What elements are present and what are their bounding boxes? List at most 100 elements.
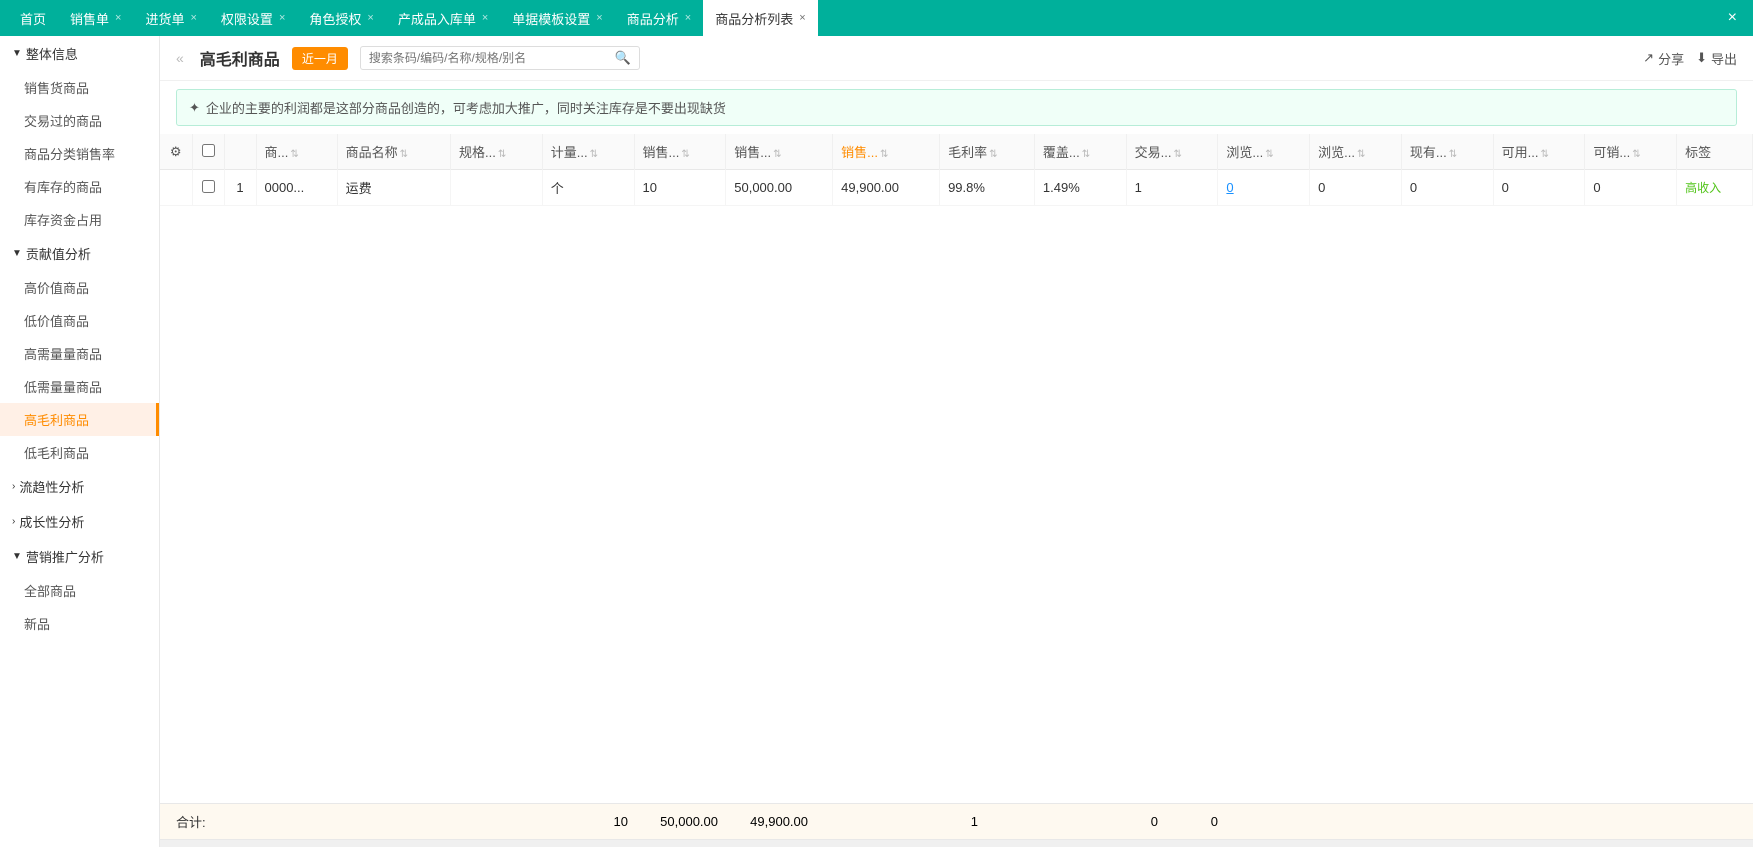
nav-close-permission-settings[interactable]: × bbox=[279, 12, 285, 24]
window-close-btn[interactable]: × bbox=[1720, 9, 1745, 27]
col-sales-qty[interactable]: 销售...⇅ bbox=[634, 134, 726, 170]
col-sellable[interactable]: 可销...⇅ bbox=[1585, 134, 1677, 170]
nav-label-permission-settings: 权限设置 bbox=[221, 9, 273, 28]
table-body: 1 0000... 运费 个 10 50,000.00 49,900.00 99… bbox=[160, 170, 1753, 206]
sidebar-item-high-margin[interactable]: 高毛利商品 bbox=[0, 403, 159, 436]
top-nav: 首页 销售单 × 进货单 × 权限设置 × 角色授权 × 产成品入库单 × 单据… bbox=[0, 0, 1753, 36]
sort-icon-spec: ⇅ bbox=[498, 149, 506, 160]
nav-label-product-entry: 产成品入库单 bbox=[398, 9, 476, 28]
nav-item-home[interactable]: 首页 bbox=[8, 0, 58, 36]
row-sales-qty-0: 10 bbox=[634, 170, 726, 206]
search-icon[interactable]: 🔍 bbox=[615, 50, 631, 66]
nav-close-role-auth[interactable]: × bbox=[367, 12, 373, 24]
sidebar-item-high-value[interactable]: 高价值商品 bbox=[0, 271, 159, 304]
nav-item-role-auth[interactable]: 角色授权 × bbox=[297, 0, 385, 36]
col-sales-amount[interactable]: 销售...⇅ bbox=[726, 134, 833, 170]
nav-item-product-analysis-list[interactable]: 商品分析列表 × bbox=[703, 0, 817, 36]
col-tag[interactable]: 标签 bbox=[1677, 134, 1753, 170]
sidebar-group-overall-info[interactable]: ▼ 整体信息 bbox=[0, 36, 159, 71]
sidebar-item-all-goods[interactable]: 全部商品 bbox=[0, 574, 159, 607]
col-browse1[interactable]: 浏览...⇅ bbox=[1218, 134, 1310, 170]
sidebar-group-marketing-analysis[interactable]: ▼ 营销推广分析 bbox=[0, 539, 159, 574]
arrow-icon-trend: › bbox=[12, 481, 15, 492]
col-product-code[interactable]: 商...⇅ bbox=[256, 134, 337, 170]
col-spec[interactable]: 规格...⇅ bbox=[451, 134, 543, 170]
nav-label-role-auth: 角色授权 bbox=[309, 9, 361, 28]
col-browse2[interactable]: 浏览...⇅ bbox=[1310, 134, 1402, 170]
sidebar-collapse-btn[interactable]: « bbox=[176, 50, 184, 66]
nav-close-sales-order[interactable]: × bbox=[115, 12, 121, 24]
info-banner: ✦ 企业的主要的利润都是这部分商品创造的，可考虑加大推广，同时关注库存是不要出现… bbox=[176, 89, 1737, 126]
search-input[interactable] bbox=[369, 51, 609, 65]
sidebar-item-high-demand[interactable]: 高需量量商品 bbox=[0, 337, 159, 370]
footer-sales-qty: 10 bbox=[586, 814, 636, 829]
nav-label-product-analysis-list: 商品分析列表 bbox=[715, 9, 793, 28]
col-sales-cost[interactable]: 销售...⇅ bbox=[833, 134, 940, 170]
sidebar-group-trend-analysis[interactable]: › 流趋性分析 bbox=[0, 469, 159, 504]
arrow-icon-overall: ▼ bbox=[12, 48, 22, 59]
sidebar-item-inventory-goods[interactable]: 有库存的商品 bbox=[0, 170, 159, 203]
nav-close-product-entry[interactable]: × bbox=[482, 12, 488, 24]
col-current-stock[interactable]: 现有...⇅ bbox=[1401, 134, 1493, 170]
nav-close-order-template[interactable]: × bbox=[596, 12, 602, 24]
sidebar-item-traded-goods[interactable]: 交易过的商品 bbox=[0, 104, 159, 137]
bottom-scrollbar[interactable] bbox=[160, 839, 1753, 847]
sort-icon-current-stock: ⇅ bbox=[1449, 149, 1457, 160]
row-checkbox-0[interactable] bbox=[192, 170, 224, 206]
sidebar-item-new-goods[interactable]: 新品 bbox=[0, 607, 159, 640]
sidebar-group-cost-analysis[interactable]: ▼ 贡献值分析 bbox=[0, 236, 159, 271]
nav-item-product-analysis[interactable]: 商品分析 × bbox=[615, 0, 703, 36]
sidebar-group-growth-analysis[interactable]: › 成长性分析 bbox=[0, 504, 159, 539]
content-header: « 高毛利商品 近一月 🔍 ↗ 分享 ⬇ 导出 bbox=[160, 36, 1753, 81]
sidebar: ▼ 整体信息 销售货商品 交易过的商品 商品分类销售率 有库存的商品 库存资金占… bbox=[0, 36, 160, 847]
nav-item-product-entry[interactable]: 产成品入库单 × bbox=[386, 0, 500, 36]
col-trade-count[interactable]: 交易...⇅ bbox=[1126, 134, 1218, 170]
col-num bbox=[224, 134, 256, 170]
nav-close-product-analysis-list[interactable]: × bbox=[799, 12, 805, 24]
sidebar-item-low-margin[interactable]: 低毛利商品 bbox=[0, 436, 159, 469]
nav-item-purchase-order[interactable]: 进货单 × bbox=[133, 0, 208, 36]
export-btn[interactable]: ⬇ 导出 bbox=[1696, 49, 1737, 68]
col-settings[interactable]: ⚙ bbox=[160, 134, 192, 170]
col-available-stock[interactable]: 可用...⇅ bbox=[1493, 134, 1585, 170]
filter-recent-month-btn[interactable]: 近一月 bbox=[292, 47, 348, 70]
header-actions: ↗ 分享 ⬇ 导出 bbox=[1643, 49, 1737, 68]
search-box: 🔍 bbox=[360, 46, 640, 70]
page-title: 高毛利商品 bbox=[200, 46, 280, 70]
arrow-icon-cost: ▼ bbox=[12, 248, 22, 259]
col-gross-rate[interactable]: 毛利率⇅ bbox=[940, 134, 1035, 170]
content-area: « 高毛利商品 近一月 🔍 ↗ 分享 ⬇ 导出 ✦ 企业的主要的利润都 bbox=[160, 36, 1753, 847]
sidebar-item-goods-analysis[interactable]: 商品分类销售率 bbox=[0, 137, 159, 170]
nav-label-home: 首页 bbox=[20, 9, 46, 28]
sidebar-item-sales-goods[interactable]: 销售货商品 bbox=[0, 71, 159, 104]
sort-icon-product-name: ⇅ bbox=[400, 149, 408, 160]
row-sales-amount-0: 50,000.00 bbox=[726, 170, 833, 206]
info-banner-text: 企业的主要的利润都是这部分商品创造的，可考虑加大推广，同时关注库存是不要出现缺货 bbox=[206, 98, 726, 117]
sidebar-group-label-marketing: 营销推广分析 bbox=[26, 547, 104, 566]
nav-close-purchase-order[interactable]: × bbox=[190, 12, 196, 24]
footer-sales-amount: 50,000.00 bbox=[636, 814, 726, 829]
sidebar-item-low-demand[interactable]: 低需量量商品 bbox=[0, 370, 159, 403]
row-current-stock-0: 0 bbox=[1401, 170, 1493, 206]
nav-item-sales-order[interactable]: 销售单 × bbox=[58, 0, 133, 36]
nav-close-product-analysis[interactable]: × bbox=[685, 12, 691, 24]
col-checkbox[interactable] bbox=[192, 134, 224, 170]
col-unit[interactable]: 计量...⇅ bbox=[542, 134, 634, 170]
col-coverage[interactable]: 覆盖...⇅ bbox=[1034, 134, 1126, 170]
row-product-code-0: 0000... bbox=[256, 170, 337, 206]
select-all-checkbox[interactable] bbox=[202, 144, 215, 157]
row-browse1-0[interactable]: 0 bbox=[1218, 170, 1310, 206]
sidebar-item-inventory-ratio[interactable]: 库存资金占用 bbox=[0, 203, 159, 236]
share-btn[interactable]: ↗ 分享 bbox=[1643, 49, 1684, 68]
sort-icon-browse1: ⇅ bbox=[1265, 149, 1273, 160]
sidebar-item-low-value[interactable]: 低价值商品 bbox=[0, 304, 159, 337]
sidebar-group-label-overall: 整体信息 bbox=[26, 44, 78, 63]
nav-item-permission-settings[interactable]: 权限设置 × bbox=[209, 0, 297, 36]
row-coverage-0: 1.49% bbox=[1034, 170, 1126, 206]
row-check-0[interactable] bbox=[202, 180, 215, 193]
nav-item-order-template[interactable]: 单据模板设置 × bbox=[500, 0, 614, 36]
info-icon: ✦ bbox=[189, 100, 200, 116]
col-product-name[interactable]: 商品名称⇅ bbox=[337, 134, 450, 170]
row-sellable-0: 0 bbox=[1585, 170, 1677, 206]
nav-label-sales-order: 销售单 bbox=[70, 9, 109, 28]
